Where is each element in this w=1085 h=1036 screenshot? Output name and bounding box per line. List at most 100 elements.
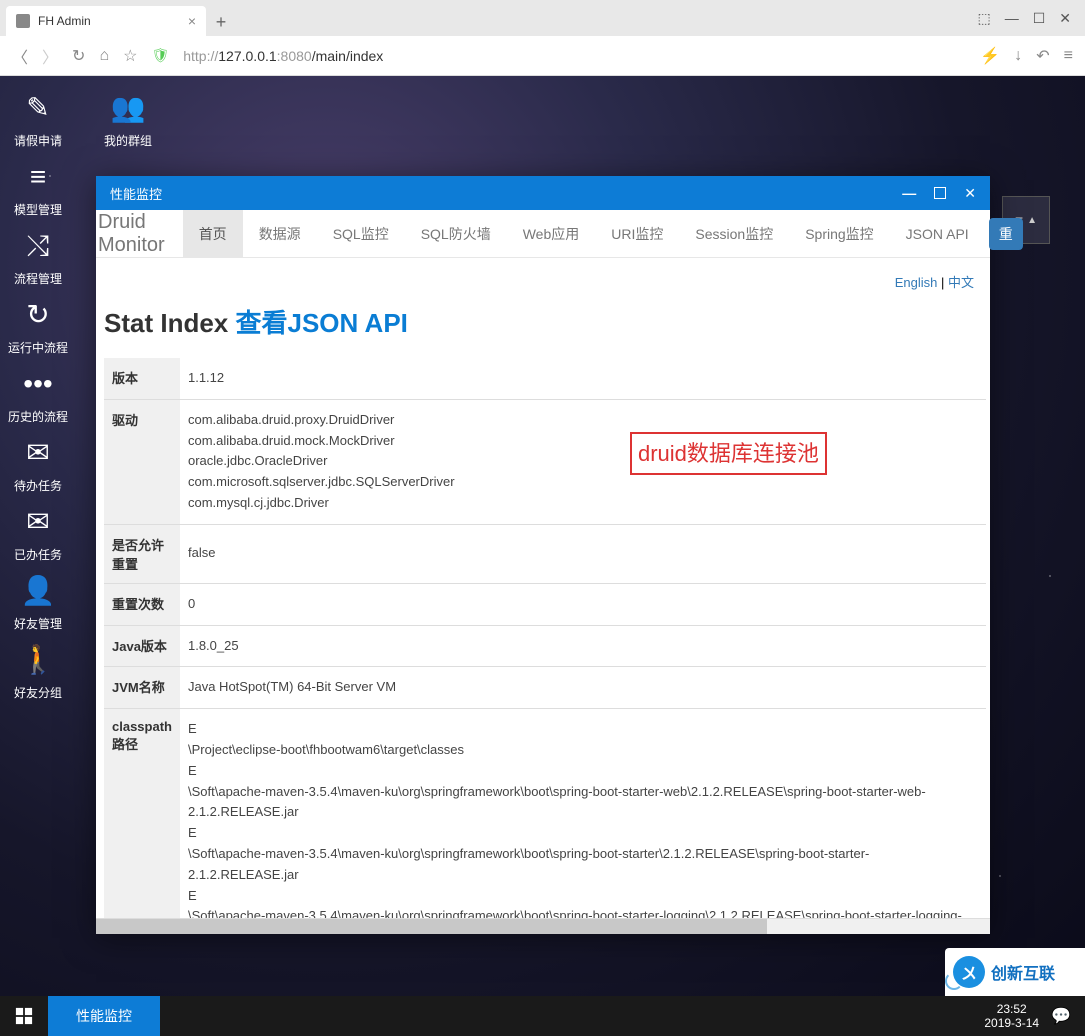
desktop-icon-7[interactable]: ✉已办任务 xyxy=(0,494,76,563)
back-icon[interactable]: 〈 xyxy=(12,44,28,68)
close-icon[interactable]: ✕ xyxy=(1059,10,1071,27)
icon-glyph: ✎ xyxy=(0,92,76,124)
window-controls: ⬚ — ☐ ✕ xyxy=(977,10,1085,27)
druid-navbar: Druid Monitor 首页数据源SQL监控SQL防火墙Web应用URI监控… xyxy=(96,210,990,258)
annotation-box: druid数据库连接池 xyxy=(630,432,827,475)
druid-body: English | 中文 Stat Index 查看JSON API 版本1.1… xyxy=(96,258,990,918)
table-row: 驱动 com.alibaba.druid.proxy.DruidDriverco… xyxy=(104,399,986,524)
browser-tab-strip: FH Admin × + ⬚ — ☐ ✕ xyxy=(0,0,1085,36)
label-reset-count: 重置次数 xyxy=(104,583,180,625)
taskbar-clock[interactable]: 23:52 2019-3-14 xyxy=(984,1002,1039,1031)
table-row: 重置次数0 xyxy=(104,583,986,625)
minimize-icon[interactable]: — xyxy=(1005,10,1019,27)
icon-glyph: 👥 xyxy=(90,92,166,124)
label-classpath: classpath路径 xyxy=(104,709,180,918)
driver-line: com.microsoft.sqlserver.jdbc.SQLServerDr… xyxy=(188,472,978,493)
browser-tab[interactable]: FH Admin × xyxy=(6,6,206,36)
icon-glyph: ✉ xyxy=(0,437,76,469)
classpath-line: \Project\eclipse-boot\fhbootwam6\target\… xyxy=(188,740,978,761)
window-minimize-icon[interactable] xyxy=(902,185,916,201)
icon-label: 已办任务 xyxy=(0,546,76,563)
druid-tab-4[interactable]: Web应用 xyxy=(507,210,596,257)
forward-icon[interactable]: 〉 xyxy=(42,44,58,68)
lang-english[interactable]: English xyxy=(895,275,938,290)
home-icon[interactable]: ⌂ xyxy=(99,47,109,65)
table-row: 是否允许重置false xyxy=(104,524,986,583)
druid-tab-7[interactable]: Spring监控 xyxy=(789,210,889,257)
language-switch: English | 中文 xyxy=(104,268,986,299)
desktop-icon-5[interactable]: ••• 历史的流程 xyxy=(0,356,76,425)
icon-glyph: ↻ xyxy=(0,299,76,331)
icon-label: 运行中流程 xyxy=(0,339,76,356)
bolt-icon[interactable]: ⚡ xyxy=(980,46,1000,66)
tab-title: FH Admin xyxy=(38,14,91,28)
driver-line: com.alibaba.druid.mock.MockDriver xyxy=(188,431,978,452)
label-version: 版本 xyxy=(104,358,180,399)
desktop-icon-9[interactable]: 🚶好友分组 xyxy=(0,632,76,701)
value-driver: com.alibaba.druid.proxy.DruidDrivercom.a… xyxy=(180,399,986,524)
refresh-icon[interactable]: ↻ xyxy=(72,46,85,66)
druid-brand: Druid Monitor xyxy=(96,211,183,257)
icon-label: 历史的流程 xyxy=(0,408,76,425)
druid-tab-1[interactable]: 数据源 xyxy=(243,210,317,257)
desktop-icon-1[interactable]: 👥我的群组 xyxy=(90,80,166,149)
desktop-icon-4[interactable]: ↻ 运行中流程 xyxy=(0,287,76,356)
icon-glyph: ≡ xyxy=(0,161,76,193)
classpath-line: E xyxy=(188,886,978,907)
watermark-badge: 〤 创新互联 xyxy=(945,948,1085,996)
druid-tab-8[interactable]: JSON API xyxy=(890,210,985,257)
icon-glyph: 🚶 xyxy=(0,644,76,676)
table-row: classpath路径E\Project\eclipse-boot\fhboot… xyxy=(104,709,986,918)
icon-label: 模型管理 xyxy=(0,201,76,218)
icon-label: 好友管理 xyxy=(0,615,76,632)
icon-glyph: ⤭ xyxy=(0,230,76,262)
druid-tab-6[interactable]: Session监控 xyxy=(679,210,789,257)
lang-chinese[interactable]: 中文 xyxy=(948,275,974,290)
icon-glyph: ••• xyxy=(0,368,76,400)
star-icon[interactable]: ☆ xyxy=(123,46,137,66)
druid-tab-3[interactable]: SQL防火墙 xyxy=(405,210,507,257)
druid-tab-5[interactable]: URI监控 xyxy=(595,210,679,257)
classpath-line: \Soft\apache-maven-3.5.4\maven-ku\org\sp… xyxy=(188,782,978,824)
window-close-icon[interactable] xyxy=(964,185,976,202)
url-display[interactable]: http://127.0.0.1:8080/main/index xyxy=(183,48,383,64)
maximize-icon[interactable]: ☐ xyxy=(1033,10,1046,27)
pin-icon[interactable]: ⬚ xyxy=(977,10,990,27)
window-maximize-icon[interactable] xyxy=(934,187,946,199)
driver-line: com.alibaba.druid.proxy.DruidDriver xyxy=(188,410,978,431)
classpath-line: E xyxy=(188,823,978,844)
horizontal-scrollbar[interactable] xyxy=(96,918,990,934)
label-java-version: Java版本 xyxy=(104,625,180,667)
start-button[interactable] xyxy=(0,996,48,1036)
tab-close-icon[interactable]: × xyxy=(188,13,196,29)
notification-icon[interactable]: 💬 xyxy=(1051,1006,1071,1026)
table-row: 版本1.1.12 xyxy=(104,358,986,399)
new-tab-button[interactable]: + xyxy=(206,4,236,33)
druid-tab-2[interactable]: SQL监控 xyxy=(317,210,405,257)
value-classpath: E\Project\eclipse-boot\fhbootwam6\target… xyxy=(180,709,986,918)
download-icon[interactable]: ↓ xyxy=(1014,47,1022,65)
desktop-icon-0[interactable]: ✎ 请假申请 xyxy=(0,80,76,149)
desktop-icon-8[interactable]: 👤 好友管理 xyxy=(0,563,76,632)
desktop-icon-6[interactable]: ✉待办任务 xyxy=(0,425,76,494)
shield-icon[interactable]: 🛡 xyxy=(151,47,169,64)
window-title: 性能监控 xyxy=(110,184,884,203)
value-reset-enable: false xyxy=(180,524,986,583)
icon-label: 请假申请 xyxy=(0,132,76,149)
window-titlebar[interactable]: 性能监控 xyxy=(96,176,990,210)
driver-line: oracle.jdbc.OracleDriver xyxy=(188,451,978,472)
desktop-icon-2[interactable]: ≡ 模型管理 xyxy=(0,149,76,218)
desktop-icon-3[interactable]: ⤭流程管理 xyxy=(0,218,76,287)
druid-tab-9[interactable]: 重 xyxy=(989,218,1023,250)
json-api-link[interactable]: 查看JSON API xyxy=(235,308,407,338)
undo-icon[interactable]: ↶ xyxy=(1036,46,1049,66)
taskbar-task[interactable]: 性能监控 xyxy=(48,996,160,1036)
druid-tab-0[interactable]: 首页 xyxy=(183,210,243,257)
info-table: 版本1.1.12 驱动 com.alibaba.druid.proxy.Drui… xyxy=(104,358,986,918)
watermark-logo-icon: 〤 xyxy=(953,956,985,988)
classpath-line: E xyxy=(188,761,978,782)
url-bar: 〈 〉 ↻ ⌂ ☆ 🛡 http://127.0.0.1:8080/main/i… xyxy=(0,36,1085,76)
menu-icon[interactable]: ≡ xyxy=(1064,47,1073,65)
classpath-line: \Soft\apache-maven-3.5.4\maven-ku\org\sp… xyxy=(188,844,978,886)
icon-glyph: 👤 xyxy=(0,575,76,607)
